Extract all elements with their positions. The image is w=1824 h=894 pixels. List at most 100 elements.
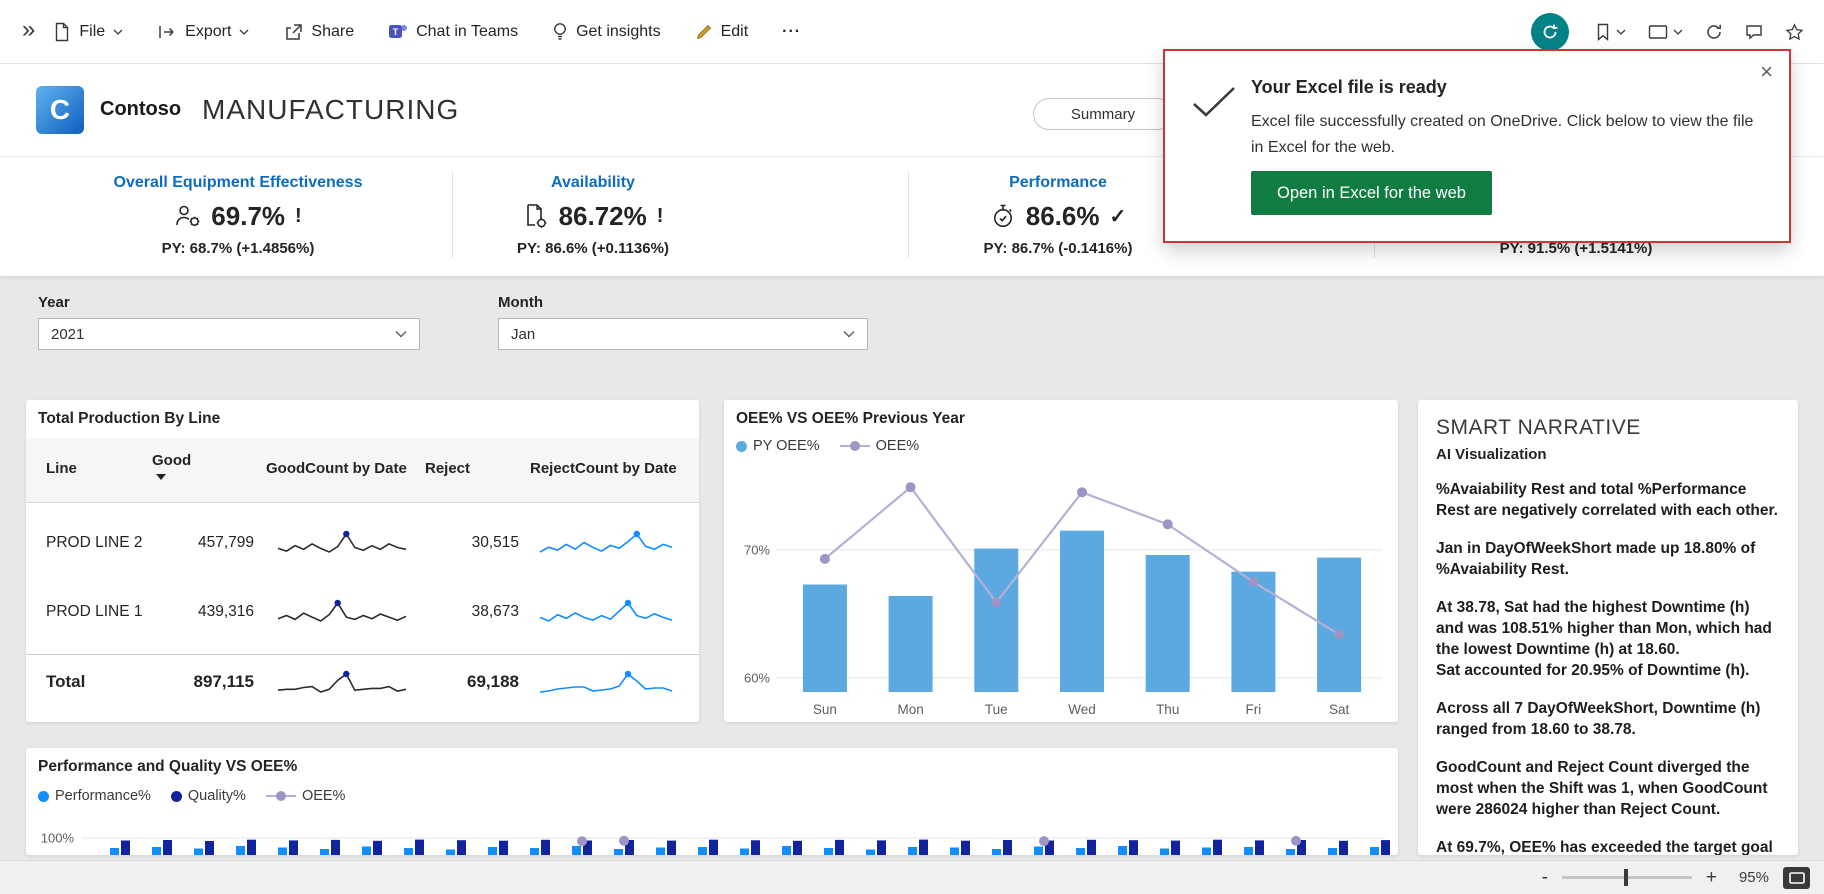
column-header-reject[interactable]: Reject bbox=[425, 460, 470, 477]
toolbar-menu: File Export Share T Chat in Teams Get in… bbox=[53, 22, 801, 42]
legend-quality[interactable]: Quality% bbox=[171, 788, 246, 804]
document-gear-icon bbox=[523, 203, 549, 229]
comments-button[interactable] bbox=[1745, 23, 1763, 41]
refresh-button[interactable] bbox=[1705, 23, 1723, 41]
toolbar-right bbox=[1531, 13, 1808, 51]
pencil-icon bbox=[695, 23, 713, 41]
svg-text:Mon: Mon bbox=[897, 702, 923, 717]
fit-to-page-button[interactable] bbox=[1783, 867, 1810, 889]
year-filter-dropdown[interactable]: 2021 bbox=[38, 318, 420, 350]
open-in-excel-button[interactable]: Open in Excel for the web bbox=[1251, 171, 1492, 215]
month-filter-dropdown[interactable]: Jan bbox=[498, 318, 868, 350]
cell-total-reject: 69,188 bbox=[429, 672, 519, 692]
chevron-down-icon bbox=[395, 330, 407, 338]
chart-title: Performance and Quality VS OEE% bbox=[38, 758, 297, 776]
column-header-line[interactable]: Line bbox=[46, 460, 77, 477]
oee-column-line-plot[interactable]: 70%60%SunMonTueWedThuFriSat bbox=[724, 460, 1398, 722]
kpi-label: Overall Equipment Effectiveness bbox=[88, 174, 388, 192]
narrative-paragraph: Jan in DayOfWeekShort made up 18.80% of … bbox=[1436, 538, 1780, 580]
comment-icon bbox=[1745, 23, 1763, 41]
chat-in-teams-button[interactable]: T Chat in Teams bbox=[388, 22, 518, 42]
zoom-slider[interactable] bbox=[1562, 876, 1692, 879]
expand-pane-icon[interactable]: » bbox=[22, 16, 35, 44]
share-button[interactable]: Share bbox=[283, 23, 354, 41]
divider bbox=[26, 502, 699, 503]
month-filter-value: Jan bbox=[511, 326, 535, 343]
export-icon bbox=[157, 23, 177, 41]
year-filter-value: 2021 bbox=[51, 326, 84, 343]
goodcount-sparkline bbox=[276, 530, 408, 556]
favorite-button[interactable] bbox=[1785, 23, 1804, 41]
narrative-paragraph: %Avaiability Rest and total %Performance… bbox=[1436, 479, 1780, 521]
goodcount-sparkline bbox=[276, 670, 408, 696]
checkmark-icon bbox=[1191, 85, 1237, 124]
kpi-value: 69.7% bbox=[211, 201, 285, 232]
star-icon bbox=[1785, 23, 1804, 41]
edit-label: Edit bbox=[721, 23, 749, 41]
svg-text:Sat: Sat bbox=[1329, 702, 1350, 717]
legend-oee[interactable]: OEE% bbox=[266, 788, 346, 804]
column-header-good[interactable]: Good bbox=[152, 452, 191, 469]
view-menu-button[interactable] bbox=[1648, 24, 1683, 40]
rejectcount-sparkline bbox=[538, 670, 674, 696]
cell-total-good: 897,115 bbox=[144, 672, 254, 692]
stopwatch-icon bbox=[990, 203, 1016, 229]
kpi-value: 86.6% bbox=[1026, 201, 1100, 232]
get-insights-button[interactable]: Get insights bbox=[552, 22, 660, 42]
bookmarks-button[interactable] bbox=[1595, 22, 1626, 42]
kpi-previous-year: PY: 86.6% (+0.1136%) bbox=[443, 240, 743, 257]
legend-label: OEE% bbox=[876, 438, 920, 454]
kpi-status-flag: ! bbox=[657, 205, 664, 228]
powerbi-report-page: » File Export Share T Chat in Teams bbox=[0, 0, 1824, 894]
zoom-in-button[interactable]: + bbox=[1706, 868, 1717, 887]
divider bbox=[908, 172, 909, 258]
column-header-goodcount[interactable]: GoodCount by Date bbox=[266, 460, 407, 477]
view-icon bbox=[1648, 24, 1668, 40]
smart-narrative-subtitle: AI Visualization bbox=[1436, 446, 1780, 463]
legend-label: OEE% bbox=[302, 788, 346, 804]
cell-line: PROD LINE 1 bbox=[46, 603, 142, 621]
file-menu-button[interactable]: File bbox=[53, 22, 123, 42]
svg-text:70%: 70% bbox=[744, 542, 770, 557]
fit-screen-icon bbox=[1789, 872, 1805, 884]
legend-swatch bbox=[840, 445, 870, 447]
legend-swatch bbox=[266, 795, 296, 797]
table-title: Total Production By Line bbox=[38, 410, 220, 428]
more-options-button[interactable]: ··· bbox=[782, 23, 801, 41]
legend-performance[interactable]: Performance% bbox=[38, 788, 151, 804]
legend-py-oee[interactable]: PY OEE% bbox=[736, 438, 820, 454]
cell-line: PROD LINE 2 bbox=[46, 534, 142, 552]
legend-swatch bbox=[736, 441, 747, 452]
kpi-status-flag: ✓ bbox=[1109, 204, 1126, 229]
column-header-rejectcount[interactable]: RejectCount by Date bbox=[530, 460, 677, 477]
rejectcount-sparkline bbox=[538, 599, 674, 625]
chevron-down-icon bbox=[239, 29, 249, 35]
divider bbox=[26, 654, 699, 655]
kpi-status-flag: ! bbox=[295, 205, 302, 228]
zoom-slider-handle[interactable] bbox=[1624, 869, 1628, 886]
cell-reject: 30,515 bbox=[439, 534, 519, 552]
svg-text:100%: 100% bbox=[41, 831, 75, 846]
notification-body: Excel file successfully created on OneDr… bbox=[1251, 109, 1763, 161]
summary-tab-button[interactable]: Summary bbox=[1033, 98, 1173, 130]
legend-oee[interactable]: OEE% bbox=[840, 438, 920, 454]
lightbulb-icon bbox=[552, 22, 568, 42]
chevron-down-icon bbox=[1616, 29, 1626, 35]
narrative-paragraph: At 38.78, Sat had the highest Downtime (… bbox=[1436, 597, 1780, 681]
share-label: Share bbox=[311, 23, 354, 41]
legend-label: Performance% bbox=[55, 788, 151, 804]
chart-legend: Performance% Quality% OEE% bbox=[38, 788, 345, 804]
close-notification-button[interactable]: × bbox=[1760, 59, 1773, 85]
file-menu-label: File bbox=[79, 23, 105, 41]
export-menu-label: Export bbox=[185, 23, 231, 41]
performance-quality-chart-card: 100% Performance and Quality VS OEE% Per… bbox=[26, 748, 1398, 855]
export-menu-button[interactable]: Export bbox=[157, 23, 249, 41]
update-available-button[interactable] bbox=[1531, 13, 1569, 51]
goodcount-sparkline bbox=[276, 599, 408, 625]
notification-title: Your Excel file is ready bbox=[1251, 77, 1447, 98]
kpi-previous-year: PY: 68.7% (+1.4856%) bbox=[88, 240, 388, 257]
contoso-logo: C bbox=[36, 86, 84, 134]
edit-button[interactable]: Edit bbox=[695, 23, 749, 41]
divider bbox=[452, 172, 453, 258]
zoom-out-button[interactable]: - bbox=[1542, 868, 1548, 887]
